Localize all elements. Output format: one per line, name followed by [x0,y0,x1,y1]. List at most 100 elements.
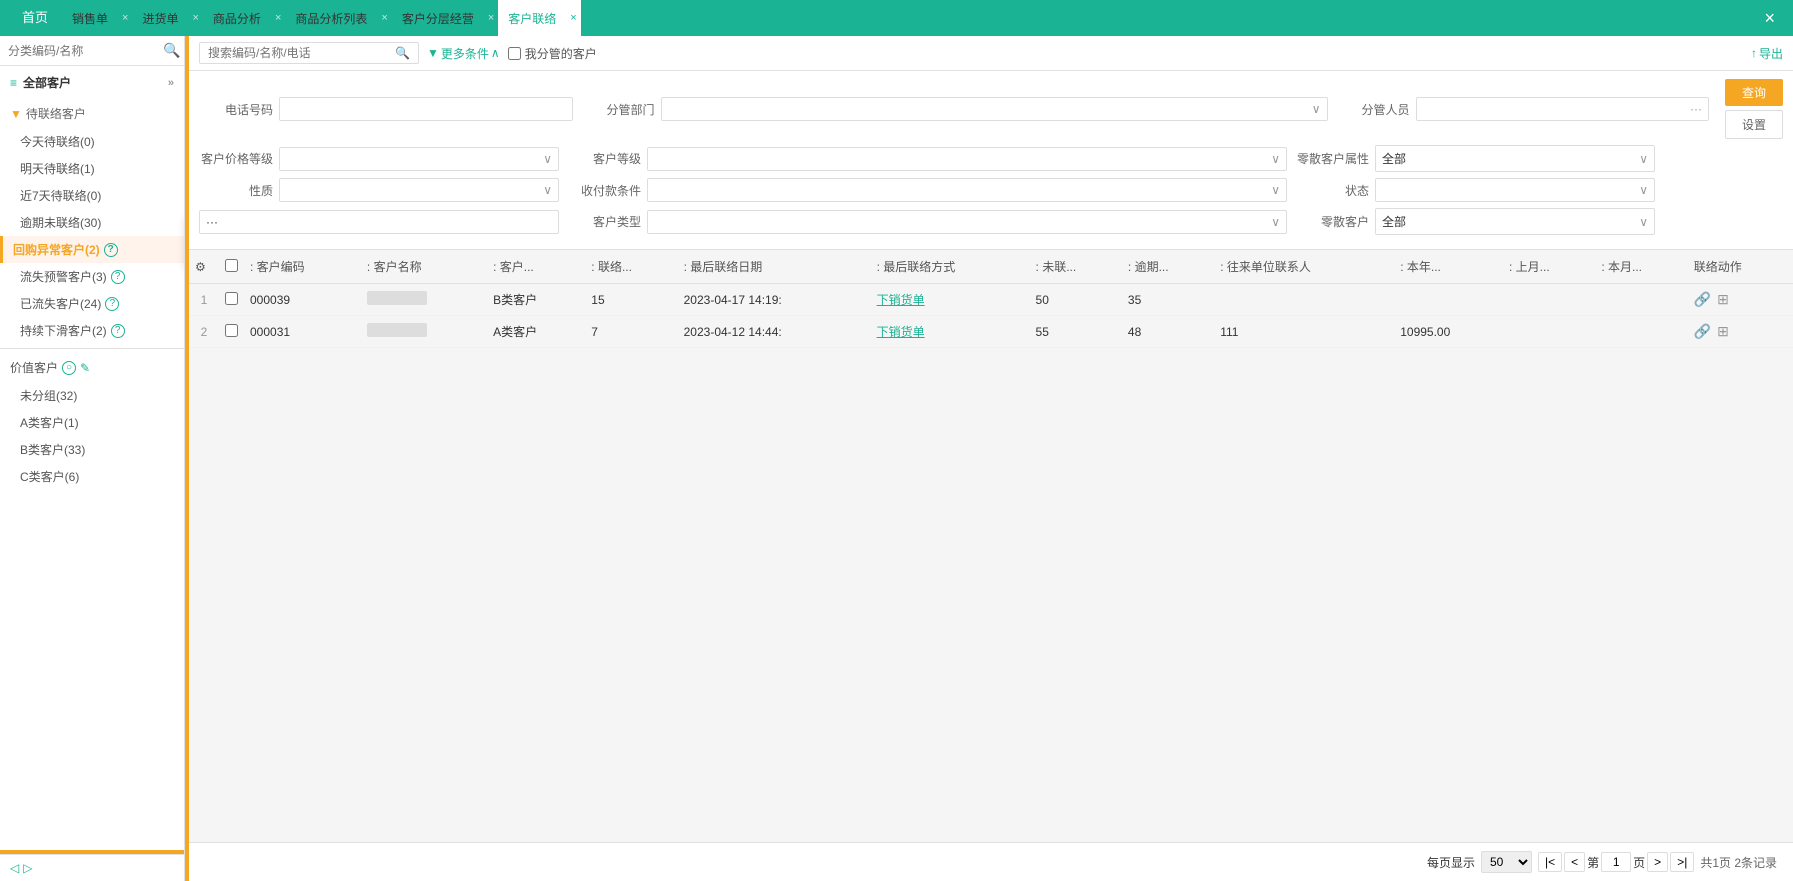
th-this-year: : 本年... [1394,250,1503,284]
row-num: 1 [189,284,219,316]
scatter-attr-select[interactable]: 全部 ∨ [1375,145,1655,172]
lost-info-icon[interactable]: ? [105,297,119,311]
manager-select[interactable]: ··· [1416,97,1710,121]
row-last-method[interactable]: 下销货单 [871,284,1030,316]
filter-more-field: ··· [199,210,559,234]
sidebar-item-anomaly[interactable]: 回购异常客户(2) ? [0,236,184,263]
row-checkbox-cell[interactable] [219,316,244,348]
sidebar-item-today[interactable]: 今天待联络(0) [0,128,184,155]
table-row: 2 000031 A类客户 7 2023-04-12 14:44: 下销货单 5… [189,316,1793,348]
sidebar-item-overdue[interactable]: 逾期未联络(30) [0,209,184,236]
settings-icon[interactable]: ⚙ [195,260,206,274]
action-link-icon[interactable]: 🔗 [1694,323,1711,340]
table-container: ⚙ : 客户编码 : 客户名称 : 客户... [189,250,1793,842]
sidebar-item-declining[interactable]: 持续下滑客户(2) ? [0,317,184,344]
table-row: 1 000039 B类客户 15 2023-04-17 14:19: 下销货单 … [189,284,1793,316]
table-header-row: ⚙ : 客户编码 : 客户名称 : 客户... [189,250,1793,284]
row-action: 🔗 ⊞ [1688,316,1793,348]
row-checkbox[interactable] [225,324,238,337]
sidebar-item-b-class[interactable]: B类客户(33) [0,436,184,463]
nav-analysis[interactable]: 商品分析 × [203,0,285,36]
sidebar-bottom-nav[interactable]: ◁ ▷ [0,854,184,881]
th-unread: : 未联... [1030,250,1122,284]
nav-home[interactable]: 首页 [8,0,62,36]
prev-page-button[interactable]: < [1564,852,1585,872]
row-checkbox[interactable] [225,292,238,305]
row-last-month [1503,284,1595,316]
nav-customer-seg[interactable]: 客户分层经营 × [392,0,498,36]
action-grid-icon[interactable]: ⊞ [1717,323,1729,340]
row-code: 000039 [244,284,361,316]
sidebar-item-loss-warning[interactable]: 流失预警客户(3) ? [0,263,184,290]
filter-search-icon[interactable]: 🔍 [395,46,410,60]
th-code: : 客户编码 [244,250,361,284]
sidebar-section-pending[interactable]: ▼ 待联络客户 [0,99,184,128]
scatter-customer-select[interactable]: 全部 ∨ [1375,208,1655,235]
last-method-link[interactable]: 下销货单 [877,293,925,307]
more-field-select[interactable]: ··· [199,210,559,234]
sidebar-customer-group[interactable]: 价值客户 ○ ✎ [0,353,184,382]
filter-search-input[interactable] [208,46,395,60]
sidebar-search-icon[interactable]: 🔍 [163,42,180,59]
nav-sales[interactable]: 销售单 × [62,0,132,36]
loss-warning-info-icon[interactable]: ? [111,270,125,284]
nav-customer-contact[interactable]: 客户联络 × [498,0,580,36]
my-customers-checkbox[interactable] [508,47,521,60]
first-page-button[interactable]: |< [1538,852,1562,872]
th-last-method: : 最后联络方式 [871,250,1030,284]
customer-group-edit-icon[interactable]: ✎ [80,361,90,375]
nav-analysis-list[interactable]: 商品分析列表 × [285,0,391,36]
nature-select[interactable]: ∨ [279,178,559,202]
export-button[interactable]: ↑ 导出 [1751,45,1783,62]
triangle-icon: ▼ [10,107,22,121]
row-action: 🔗 ⊞ [1688,284,1793,316]
status-select[interactable]: ∨ [1375,178,1655,202]
sidebar-item-ungroup[interactable]: 未分组(32) [0,382,184,409]
row-level: A类客户 [487,316,585,348]
per-page-select[interactable]: 50 100 200 [1481,851,1532,873]
th-contact2: : 往来单位联系人 [1214,250,1394,284]
th-level: : 客户... [487,250,585,284]
th-checkbox[interactable] [219,250,244,284]
row-name [361,284,487,316]
query-button[interactable]: 查询 [1725,79,1783,106]
next-page-button[interactable]: > [1647,852,1668,872]
price-level-select[interactable]: ∨ [279,147,559,171]
row-checkbox-cell[interactable] [219,284,244,316]
declining-info-icon[interactable]: ? [111,324,125,338]
payment-select[interactable]: ∨ [647,178,1287,202]
price-level-chevron-icon: ∨ [543,152,552,166]
filter-row-3: 性质 ∨ 收付款条件 ∨ 状态 [199,178,1783,202]
page-number-input[interactable] [1601,852,1631,872]
filter-row-1: 电话号码 分管部门 ∨ 分管人员 ··· [199,79,1783,139]
sidebar-item-lost[interactable]: 已流失客户(24) ? [0,290,184,317]
select-all-checkbox[interactable] [225,259,238,272]
filter-more-button[interactable]: ▼ 更多条件 ∧ [427,45,500,62]
sidebar-all-customers[interactable]: ≡ 全部客户 » [0,66,184,99]
sidebar-item-a-class[interactable]: A类客户(1) [0,409,184,436]
dept-select[interactable]: ∨ [661,97,1328,121]
customer-level-select[interactable]: ∨ [647,147,1287,171]
filter-actions: 查询 设置 [1725,79,1783,139]
anomaly-info-icon[interactable]: ? [104,243,118,257]
close-all-button[interactable]: × [1754,8,1785,29]
action-grid-icon[interactable]: ⊞ [1717,291,1729,308]
setting-button[interactable]: 设置 [1725,110,1783,139]
export-icon: ↑ [1751,46,1757,60]
nav-purchase[interactable]: 进货单 × [132,0,202,36]
chevron-up-icon: ∧ [491,46,500,60]
row-last-date: 2023-04-17 14:19: [678,284,871,316]
sidebar-item-c-class[interactable]: C类客户(6) [0,463,184,490]
sidebar-item-7days[interactable]: 近7天待联络(0) [0,182,184,209]
sidebar-item-tomorrow[interactable]: 明天待联络(1) [0,155,184,182]
sidebar-search-input[interactable] [8,44,163,58]
action-link-icon[interactable]: 🔗 [1694,291,1711,308]
row-last-method[interactable]: 下销货单 [871,316,1030,348]
customer-type-select[interactable]: ∨ [647,210,1287,234]
payment-chevron-icon: ∨ [1271,183,1280,197]
phone-input[interactable] [279,97,573,121]
main-content: 🔍 ▼ 更多条件 ∧ 我分管的客户 ↑ 导出 电话号码 [189,36,1793,881]
last-page-button[interactable]: >| [1670,852,1694,872]
last-method-link[interactable]: 下销货单 [877,325,925,339]
th-settings[interactable]: ⚙ [189,250,219,284]
